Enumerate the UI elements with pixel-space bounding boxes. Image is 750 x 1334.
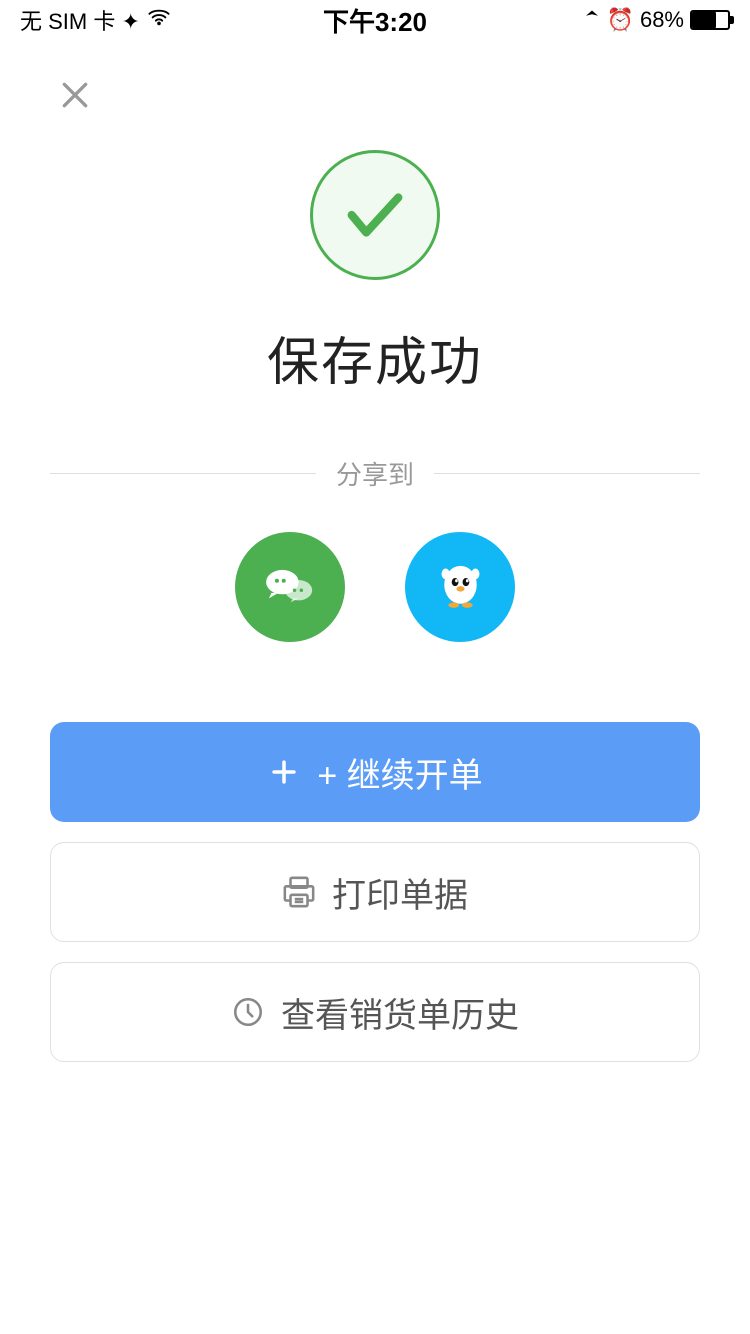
continue-label: + 继续开单 [317, 748, 482, 797]
location-icon [583, 7, 601, 33]
status-right: ⏰ 68% [583, 7, 730, 33]
qq-icon [428, 555, 493, 620]
content-area: 保存成功 分享到 [0, 130, 750, 1334]
status-time: 下午3:20 [323, 2, 427, 39]
success-circle [310, 150, 440, 280]
sim-status: 无 SIM 卡 ✦ [20, 4, 140, 36]
share-icons-group [235, 532, 515, 642]
share-divider: 分享到 [50, 455, 700, 492]
divider-line-left [50, 473, 316, 474]
success-title: 保存成功 [267, 320, 483, 395]
print-button[interactable]: 打印单据 [50, 842, 700, 942]
print-label: 打印单据 [332, 868, 468, 917]
share-label: 分享到 [336, 455, 414, 492]
wechat-icon [258, 555, 323, 620]
clock-icon [231, 995, 265, 1029]
close-button[interactable] [50, 70, 100, 120]
battery-icon [690, 10, 730, 30]
battery-percent: 68% [640, 7, 684, 33]
history-button[interactable]: 查看销货单历史 [50, 962, 700, 1062]
action-buttons: + 继续开单 打印单据 查看销货单历史 [50, 722, 700, 1062]
close-button-area [0, 40, 750, 130]
continue-button[interactable]: + 继续开单 [50, 722, 700, 822]
wifi-icon [148, 6, 170, 34]
status-left: 无 SIM 卡 ✦ [20, 4, 170, 36]
alarm-icon: ⏰ [607, 7, 634, 33]
checkmark-icon [340, 180, 410, 250]
wechat-share-button[interactable] [235, 532, 345, 642]
divider-line-right [434, 473, 700, 474]
history-label: 查看销货单历史 [281, 988, 519, 1037]
plus-icon [267, 755, 301, 789]
qq-share-button[interactable] [405, 532, 515, 642]
printer-icon [282, 875, 316, 909]
status-bar: 无 SIM 卡 ✦ 下午3:20 ⏰ 68% [0, 0, 750, 40]
